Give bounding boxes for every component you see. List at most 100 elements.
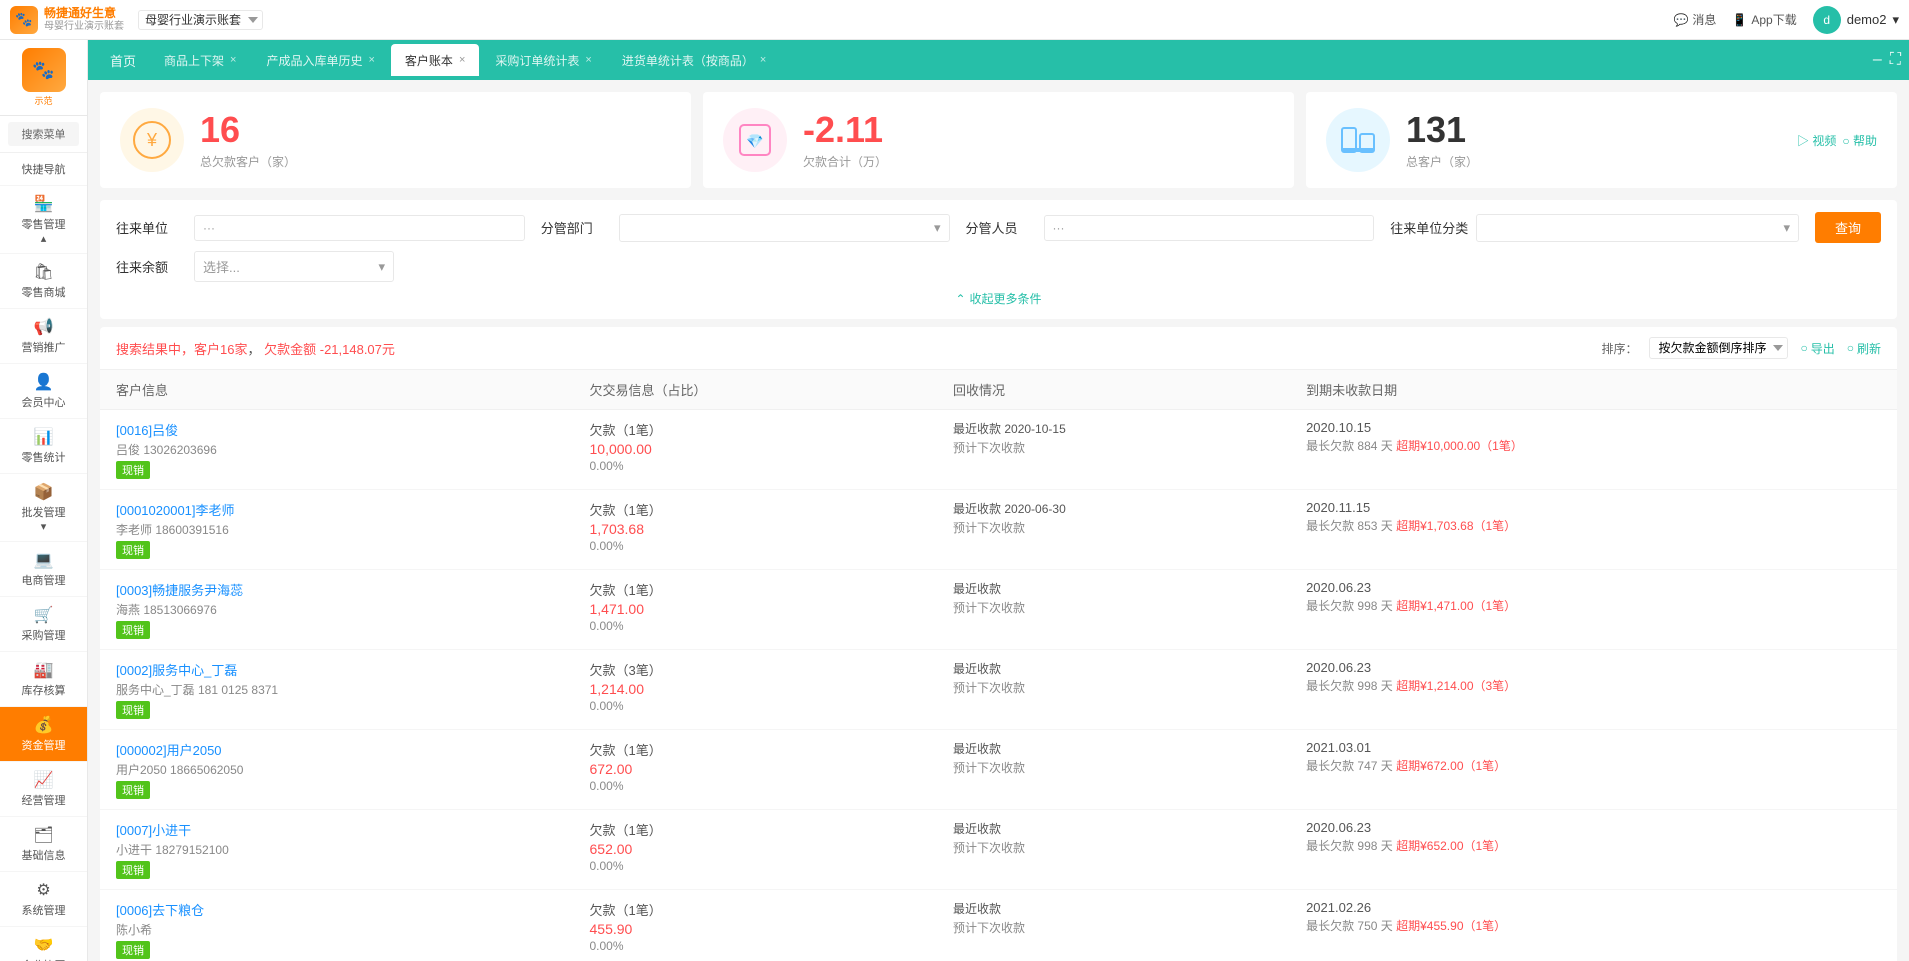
tab-goods-upload[interactable]: 商品上下架 × [150, 44, 250, 76]
industry-select[interactable]: 母婴行业演示账套 [138, 10, 263, 30]
play-icon: ▷ [1797, 134, 1809, 148]
app-download-btn[interactable]: 📱 App下载 [1732, 11, 1796, 28]
person-input[interactable]: ··· [1044, 215, 1375, 241]
next-collect-1: 预计下次收款 [953, 519, 1274, 536]
tab-minimize-btn[interactable]: – [1873, 51, 1882, 69]
cell-collection-3: 最近收款 预计下次收款 [937, 650, 1290, 730]
tab-inbound-stats-close[interactable]: × [760, 54, 766, 66]
overdue-link-5[interactable]: 超期¥652.00（1笔） [1396, 839, 1506, 853]
user-menu[interactable]: d demo2 ▾ [1813, 6, 1899, 34]
overdue-link-6[interactable]: 超期¥455.90（1笔） [1396, 919, 1506, 933]
tab-home-label: 首页 [110, 51, 136, 70]
avatar: d [1813, 6, 1841, 34]
sidebar-member-label: 会员中心 [22, 394, 66, 410]
due-date-3: 2020.06.23 [1306, 660, 1881, 675]
tab-maximize-btn[interactable]: ⛶ [1890, 51, 1901, 69]
last-collect-1: 最近收款 2020-06-30 [953, 500, 1274, 517]
sidebar-item-inventory[interactable]: 🏭 库存核算 [0, 652, 87, 707]
customer-name-3[interactable]: [0002]服务中心_丁磊 [116, 660, 558, 679]
sidebar-item-marketing[interactable]: 📢 营销推广 [0, 309, 87, 364]
sidebar-search-btn[interactable]: 搜索菜单 [8, 122, 79, 146]
owe-amount-3[interactable]: 1,214.00 [590, 681, 922, 697]
due-date-6: 2021.02.26 [1306, 900, 1881, 915]
sort-select[interactable]: 按欠款金额倒序排序 [1649, 337, 1788, 359]
tab-bar-actions: – ⛶ [1873, 51, 1901, 69]
collapse-btn[interactable]: ⌃ 收起更多条件 [955, 290, 1041, 307]
sidebar-item-retail-store[interactable]: 🛍 零售商城 [0, 254, 87, 309]
balance-chevron-icon: ▾ [378, 259, 385, 275]
table-row: [0016]吕俊 吕俊 13026203696 现销 欠款（1笔） 10,000… [100, 410, 1897, 490]
customer-name-2[interactable]: [0003]畅捷服务尹海蕊 [116, 580, 558, 599]
industry-label: 母婴行业演示账套 [44, 21, 124, 33]
tab-customer-account[interactable]: 客户账本 × [391, 44, 479, 76]
stat-card-debt-amount: 💎 -2.11 欠款合计（万） [703, 92, 1294, 188]
sidebar-item-system[interactable]: ⚙ 系统管理 [0, 872, 87, 927]
sidebar-item-retail-stats[interactable]: 📊 零售统计 [0, 419, 87, 474]
sidebar-item-basic[interactable]: 🗂 基础信息 [0, 817, 87, 872]
sidebar-item-operation[interactable]: 📈 经营管理 [0, 762, 87, 817]
table-row: [0001020001]李老师 李老师 18600391516 现销 欠款（1笔… [100, 490, 1897, 570]
sidebar-item-retail-manage[interactable]: 🏪 零售管理 ▴ [0, 186, 87, 254]
sidebar-item-batch-manage[interactable]: 📦 批发管理 ▾ [0, 474, 87, 542]
owe-amount-5[interactable]: 652.00 [590, 841, 922, 857]
overdue-link-4[interactable]: 超期¥672.00（1笔） [1396, 759, 1506, 773]
owe-amount-4[interactable]: 672.00 [590, 761, 922, 777]
app-logo-icon: 🐾 [10, 6, 38, 34]
cell-customer-info-1: [0001020001]李老师 李老师 18600391516 现销 [100, 490, 574, 570]
tab-inbound-stats-label: 进货单统计表（按商品） [622, 52, 754, 69]
tab-product-history[interactable]: 产成品入库单历史 × [252, 44, 388, 76]
message-btn[interactable]: 💬 消息 [1673, 11, 1716, 28]
due-date-1: 2020.11.15 [1306, 500, 1881, 515]
overdue-link-0[interactable]: 超期¥10,000.00（1笔） [1396, 439, 1523, 453]
due-date-2: 2020.06.23 [1306, 580, 1881, 595]
help-btn[interactable]: ○ 帮助 [1842, 132, 1877, 149]
view-video-btn[interactable]: ▷ 视频 [1797, 132, 1836, 149]
tab-bar: 首页 商品上下架 × 产成品入库单历史 × 客户账本 × 采购订单统计表 × [88, 40, 1909, 80]
sidebar-system-label: 系统管理 [22, 902, 66, 918]
tab-goods-upload-close[interactable]: × [230, 54, 236, 66]
sidebar-item-enterprise[interactable]: 🤝 企业协同 [0, 927, 87, 961]
tab-purchase-stats-close[interactable]: × [585, 54, 591, 66]
basic-icon: 🗂 [33, 825, 53, 845]
enterprise-icon: 🤝 [34, 935, 54, 955]
customer-name-0[interactable]: [0016]吕俊 [116, 420, 558, 439]
customer-name-6[interactable]: [0006]去下粮仓 [116, 900, 558, 919]
overdue-link-3[interactable]: 超期¥1,214.00（3笔） [1396, 679, 1516, 693]
balance-select[interactable]: 选择... ▾ [194, 251, 394, 282]
stat-info-total-customers: 131 总客户（家） [1406, 110, 1781, 171]
owe-amount-1[interactable]: 1,703.68 [590, 521, 922, 537]
tab-purchase-stats[interactable]: 采购订单统计表 × [481, 44, 605, 76]
sidebar-item-purchase[interactable]: 🛒 采购管理 [0, 597, 87, 652]
unit-category-select[interactable]: ▾ [1476, 214, 1799, 242]
overdue-days-5: 最长欠款 998 天 超期¥652.00（1笔） [1306, 837, 1881, 854]
search-btn[interactable]: 查询 [1815, 212, 1881, 243]
overdue-link-2[interactable]: 超期¥1,471.00（1笔） [1396, 599, 1516, 613]
owe-amount-0[interactable]: 10,000.00 [590, 441, 922, 457]
customer-name-1[interactable]: [0001020001]李老师 [116, 500, 558, 519]
export-btn[interactable]: ○ 导出 [1800, 340, 1834, 357]
balance-label: 往来余额 [116, 257, 186, 276]
retail-manage-arrow: ▴ [41, 232, 47, 245]
content-area: 首页 商品上下架 × 产成品入库单历史 × 客户账本 × 采购订单统计表 × [88, 40, 1909, 961]
sidebar-item-finance[interactable]: 💰 资金管理 [0, 707, 87, 762]
tab-customer-account-close[interactable]: × [459, 54, 465, 66]
tab-home[interactable]: 首页 [96, 44, 150, 76]
customer-name-4[interactable]: [000002]用户2050 [116, 740, 558, 759]
customer-name-5[interactable]: [0007]小进干 [116, 820, 558, 839]
refresh-btn[interactable]: ○ 刷新 [1847, 340, 1881, 357]
overdue-link-1[interactable]: 超期¥1,703.68（1笔） [1396, 519, 1516, 533]
col-collection: 回收情况 [937, 370, 1290, 410]
owe-amount-2[interactable]: 1,471.00 [590, 601, 922, 617]
sidebar-item-ecommerce[interactable]: 💻 电商管理 [0, 542, 87, 597]
sidebar-item-member[interactable]: 👤 会员中心 [0, 364, 87, 419]
dept-select[interactable]: ▾ [619, 214, 950, 242]
filter-source-unit: 往来单位 ··· [116, 215, 525, 241]
tab-product-history-close[interactable]: × [368, 54, 374, 66]
dept-label: 分管部门 [541, 218, 611, 237]
tab-inbound-stats[interactable]: 进货单统计表（按商品） × [608, 44, 780, 76]
source-unit-input[interactable]: ··· [194, 215, 525, 241]
debtors-label: 总欠款客户（家） [200, 153, 671, 170]
customer-tag-3: 现销 [116, 701, 150, 719]
owe-amount-6[interactable]: 455.90 [590, 921, 922, 937]
table-header-row: 客户信息 欠交易信息（占比） 回收情况 到期未收款日期 [100, 370, 1897, 410]
